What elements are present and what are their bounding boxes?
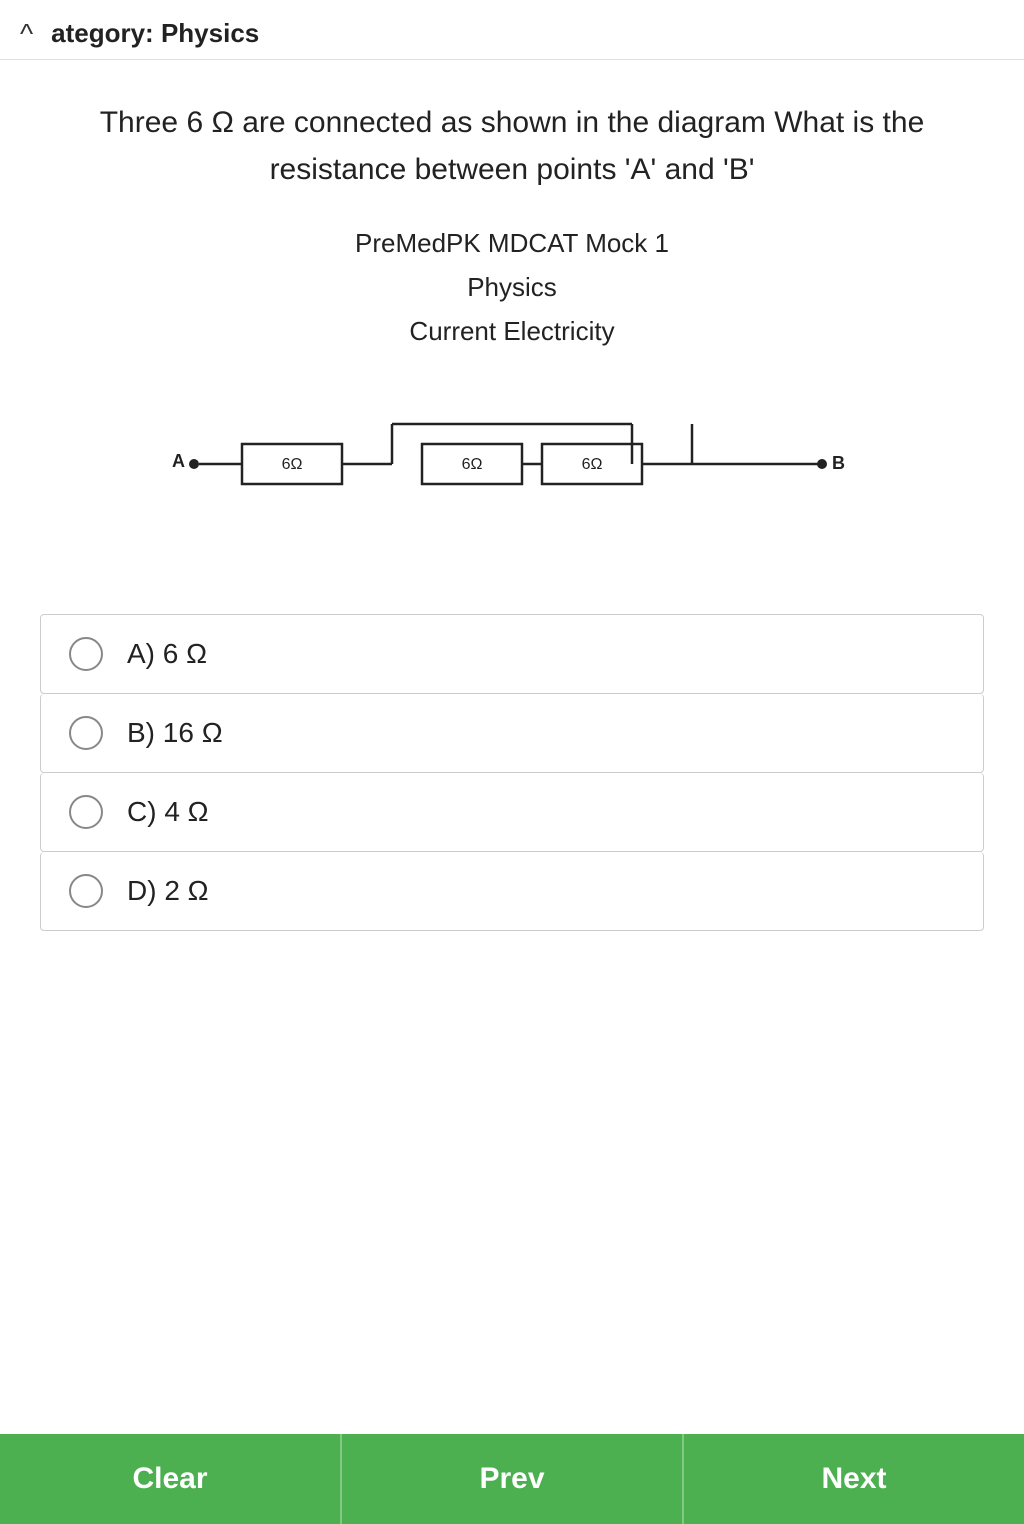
label-a: A [172, 451, 185, 471]
chevron-up-icon[interactable]: ^ [20, 20, 33, 48]
meta-info: PreMedPK MDCAT Mock 1 Physics Current El… [60, 221, 964, 354]
label-b: B [832, 453, 845, 473]
options-container: A) 6 Ω B) 16 Ω C) 4 Ω D) 2 Ω [0, 614, 1024, 931]
page-wrapper: ^ ategory: Physics Three 6 Ω are connect… [0, 0, 1024, 1524]
option-text-c: C) 4 Ω [127, 796, 209, 828]
main-content: Three 6 Ω are connected as shown in the … [0, 60, 1024, 614]
radio-a[interactable] [69, 637, 103, 671]
source-line3: Current Electricity [60, 309, 964, 353]
next-button[interactable]: Next [682, 1434, 1024, 1524]
option-text-a: A) 6 Ω [127, 638, 207, 670]
option-text-d: D) 2 Ω [127, 875, 209, 907]
source-line2: Physics [60, 265, 964, 309]
source-line1: PreMedPK MDCAT Mock 1 [60, 221, 964, 265]
radio-c[interactable] [69, 795, 103, 829]
option-row-c[interactable]: C) 4 Ω [40, 773, 984, 852]
circuit-diagram: A 6Ω 6Ω [60, 394, 964, 534]
option-row-a[interactable]: A) 6 Ω [40, 614, 984, 694]
svg-text:6Ω: 6Ω [582, 456, 603, 473]
top-bar: ^ ategory: Physics [0, 0, 1024, 60]
prev-button[interactable]: Prev [340, 1434, 682, 1524]
category-label: ategory: Physics [51, 18, 259, 49]
option-row-d[interactable]: D) 2 Ω [40, 852, 984, 931]
circuit-svg: A 6Ω 6Ω [162, 394, 862, 534]
radio-b[interactable] [69, 716, 103, 750]
bottom-buttons: Clear Prev Next [0, 1434, 1024, 1524]
svg-text:6Ω: 6Ω [462, 456, 483, 473]
radio-d[interactable] [69, 874, 103, 908]
category-prefix: ategory: [51, 18, 161, 48]
option-text-b: B) 16 Ω [127, 717, 223, 749]
category-value: Physics [161, 18, 259, 48]
question-text: Three 6 Ω are connected as shown in the … [60, 100, 964, 193]
clear-button[interactable]: Clear [0, 1434, 340, 1524]
svg-text:6Ω: 6Ω [282, 456, 303, 473]
option-row-b[interactable]: B) 16 Ω [40, 694, 984, 773]
